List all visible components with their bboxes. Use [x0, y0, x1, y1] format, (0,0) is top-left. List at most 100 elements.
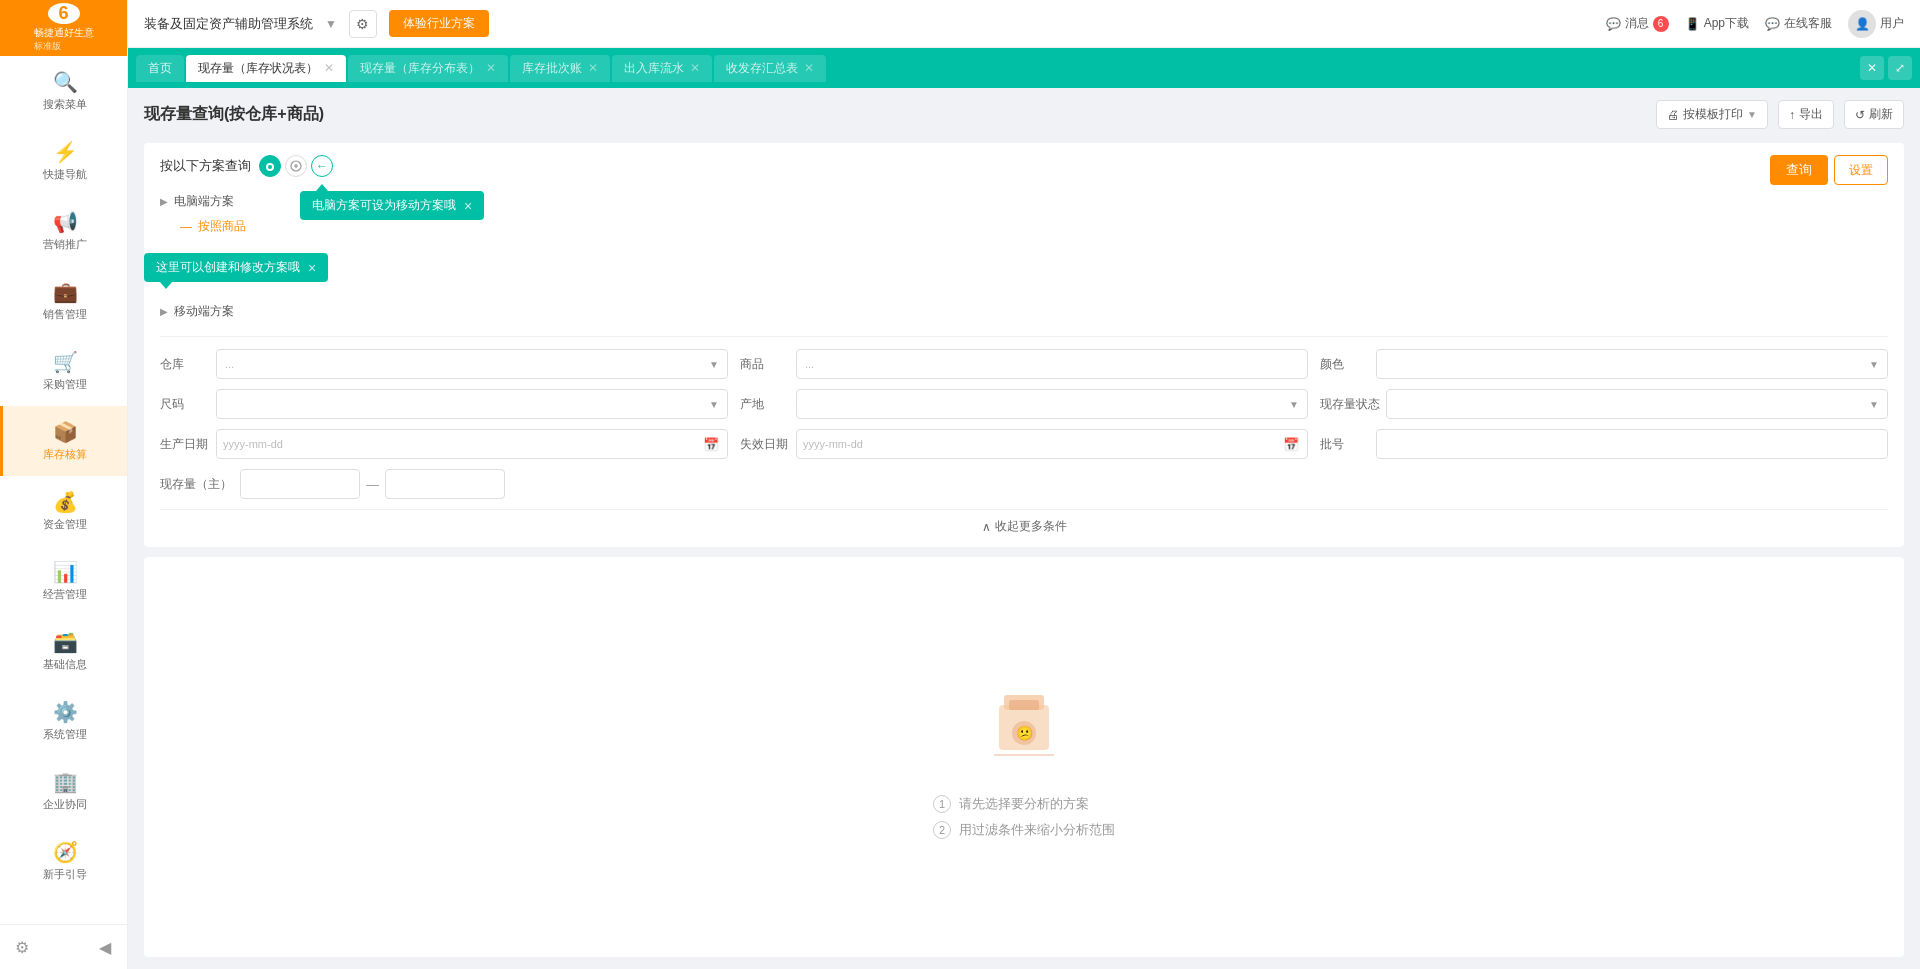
origin-select[interactable]: ▼ [796, 389, 1308, 419]
sidebar-item-sales[interactable]: 💼 销售管理 [0, 266, 127, 336]
calendar-icon-2: 📅 [1283, 437, 1299, 452]
refresh-button[interactable]: ↺ 刷新 [1844, 100, 1904, 129]
operation-icon: 📊 [53, 560, 78, 584]
tab-close-stock-dist[interactable]: ✕ [486, 61, 496, 75]
warehouse-select[interactable]: ... ▼ [216, 349, 728, 379]
content-area: 现存量查询(按仓库+商品) 🖨 按模板打印 ▼ ↑ 导出 ↺ 刷新 [128, 88, 1920, 969]
settings-icon[interactable]: ⚙ [10, 935, 34, 959]
sidebar-item-marketing[interactable]: 📢 营销推广 [0, 196, 127, 266]
mfg-date-start[interactable]: yyyy-mm-dd 📅 [216, 429, 728, 459]
logo-text: 畅捷通好生意 标准版 [34, 26, 94, 53]
tab-close-batch[interactable]: ✕ [588, 61, 598, 75]
stock-icon: 📦 [53, 420, 78, 444]
filter-row-4: 现存量（主） — [160, 469, 1888, 499]
tab-close-inout[interactable]: ✕ [690, 61, 700, 75]
avatar-circle: 👤 [1848, 10, 1876, 38]
online-service-button[interactable]: 💬 在线客服 [1765, 15, 1832, 32]
industry-button[interactable]: 体验行业方案 [389, 10, 489, 37]
sidebar-item-base[interactable]: 🗃️ 基础信息 [0, 616, 127, 686]
color-select-arrow: ▼ [1869, 359, 1879, 370]
system-icon: ⚙️ [53, 700, 78, 724]
collapse-sidebar-icon[interactable]: ◀ [93, 935, 117, 959]
stock-status-label: 现存量状态 [1320, 396, 1380, 413]
service-icon: 💬 [1765, 17, 1780, 31]
topbar-dropdown-arrow[interactable]: ▼ [325, 17, 337, 31]
batch-input[interactable] [1376, 429, 1888, 459]
print-icon: 🖨 [1667, 108, 1679, 122]
scheme-item-mobile[interactable]: ▶ 移动端方案 [160, 299, 1888, 324]
sidebar-bottom: ⚙ ◀ [0, 924, 127, 969]
sidebar-item-quick[interactable]: ⚡ 快捷导航 [0, 126, 127, 196]
stock-max-input[interactable] [385, 469, 505, 499]
warehouse-label: 仓库 [160, 356, 210, 373]
stock-main-label: 现存量（主） [160, 476, 232, 493]
user-avatar[interactable]: 👤 用户 [1848, 10, 1904, 38]
marketing-icon: 📢 [53, 210, 78, 234]
tab-expand-button[interactable]: ⤢ [1888, 56, 1912, 80]
mfg-date-field: 生产日期 yyyy-mm-dd 📅 [160, 429, 728, 459]
mobile-scheme-row: ▶ 移动端方案 [160, 299, 1888, 324]
left-arrow-button[interactable]: ← [311, 155, 333, 177]
sidebar-item-search[interactable]: 🔍 搜索菜单 [0, 56, 127, 126]
warehouse-field: 仓库 ... ▼ [160, 349, 728, 379]
collapse-more-button[interactable]: ∧ 收起更多条件 [982, 518, 1067, 535]
search-button[interactable]: 查询 [1770, 155, 1828, 185]
stock-status-field: 现存量状态 ▼ [1320, 389, 1888, 419]
goods-select[interactable]: ... [796, 349, 1308, 379]
batch-field: 批号 [1320, 429, 1888, 459]
export-icon: ↑ [1789, 108, 1795, 122]
page-title-bar: 现存量查询(按仓库+商品) 🖨 按模板打印 ▼ ↑ 导出 ↺ 刷新 [144, 100, 1904, 133]
sidebar-item-finance[interactable]: 💰 资金管理 [0, 476, 127, 546]
tab-receive[interactable]: 收发存汇总表 ✕ [714, 55, 826, 82]
color-select[interactable]: ▼ [1376, 349, 1888, 379]
goods-field: 商品 ... [740, 349, 1308, 379]
mfg-date-range: yyyy-mm-dd 📅 [216, 429, 728, 459]
print-button[interactable]: 🖨 按模板打印 ▼ [1656, 100, 1768, 129]
svg-rect-5 [1009, 700, 1039, 710]
size-select[interactable]: ▼ [216, 389, 728, 419]
tab-stock-dist[interactable]: 现存量（库存分布表） ✕ [348, 55, 508, 82]
gear-button[interactable]: ⚙ [349, 10, 377, 38]
tab-close-receive[interactable]: ✕ [804, 61, 814, 75]
export-button[interactable]: ↑ 导出 [1778, 100, 1834, 129]
origin-field: 产地 ▼ [740, 389, 1308, 419]
message-button[interactable]: 💬 消息 6 [1606, 15, 1669, 32]
empty-text: 1 请先选择要分析的方案 2 用过滤条件来缩小分析范围 [933, 795, 1115, 839]
message-icon: 💬 [1606, 17, 1621, 31]
sidebar-item-operation[interactable]: 📊 经营管理 [0, 546, 127, 616]
base-icon: 🗃️ [53, 630, 78, 654]
sidebar-item-system[interactable]: ⚙️ 系统管理 [0, 686, 127, 756]
sidebar-item-purchase[interactable]: 🛒 采购管理 [0, 336, 127, 406]
tab-home[interactable]: 首页 [136, 55, 184, 82]
sidebar-item-corp[interactable]: 🏢 企业协同 [0, 756, 127, 826]
sidebar-logo: 6 畅捷通好生意 标准版 [0, 0, 127, 56]
tooltip-scheme-mobile: 电脑方案可设为移动方案哦 × [300, 191, 484, 220]
edit-scheme-button[interactable] [285, 155, 307, 177]
reset-button[interactable]: 设置 [1834, 155, 1888, 185]
stock-min-input[interactable] [240, 469, 360, 499]
divider [160, 336, 1888, 337]
chevron-up-icon: ∧ [982, 520, 991, 534]
tooltip1-close-button[interactable]: × [464, 198, 472, 214]
tabbar: 首页 现存量（库存状况表） ✕ 现存量（库存分布表） ✕ 库存批次账 ✕ 出入库… [128, 48, 1920, 88]
tab-batch[interactable]: 库存批次账 ✕ [510, 55, 610, 82]
origin-select-arrow: ▼ [1289, 399, 1299, 410]
tab-close-stock-status[interactable]: ✕ [324, 61, 334, 75]
app-download-button[interactable]: 📱 App下载 [1685, 15, 1749, 32]
size-label: 尺码 [160, 396, 210, 413]
tab-inout[interactable]: 出入库流水 ✕ [612, 55, 712, 82]
empty-step-1: 1 请先选择要分析的方案 [933, 795, 1115, 813]
sidebar-item-guide[interactable]: 🧭 新手引导 [0, 826, 127, 896]
exp-date-start[interactable]: yyyy-mm-dd 📅 [796, 429, 1308, 459]
sidebar-item-stock[interactable]: 📦 库存核算 [0, 406, 127, 476]
tooltip2-close-button[interactable]: × [308, 260, 316, 276]
filter-header: 按以下方案查询 + ← 电脑方案可设为移动方案哦 × [160, 155, 1888, 177]
pc-expand-arrow: ▶ [160, 196, 168, 207]
phone-icon: 📱 [1685, 17, 1700, 31]
tab-stock-status[interactable]: 现存量（库存状况表） ✕ [186, 55, 346, 82]
quick-nav-icon: ⚡ [53, 140, 78, 164]
stock-status-select[interactable]: ▼ [1386, 389, 1888, 419]
corp-icon: 🏢 [53, 770, 78, 794]
tab-close-all-button[interactable]: ✕ [1860, 56, 1884, 80]
svg-text:😕: 😕 [1016, 725, 1034, 742]
